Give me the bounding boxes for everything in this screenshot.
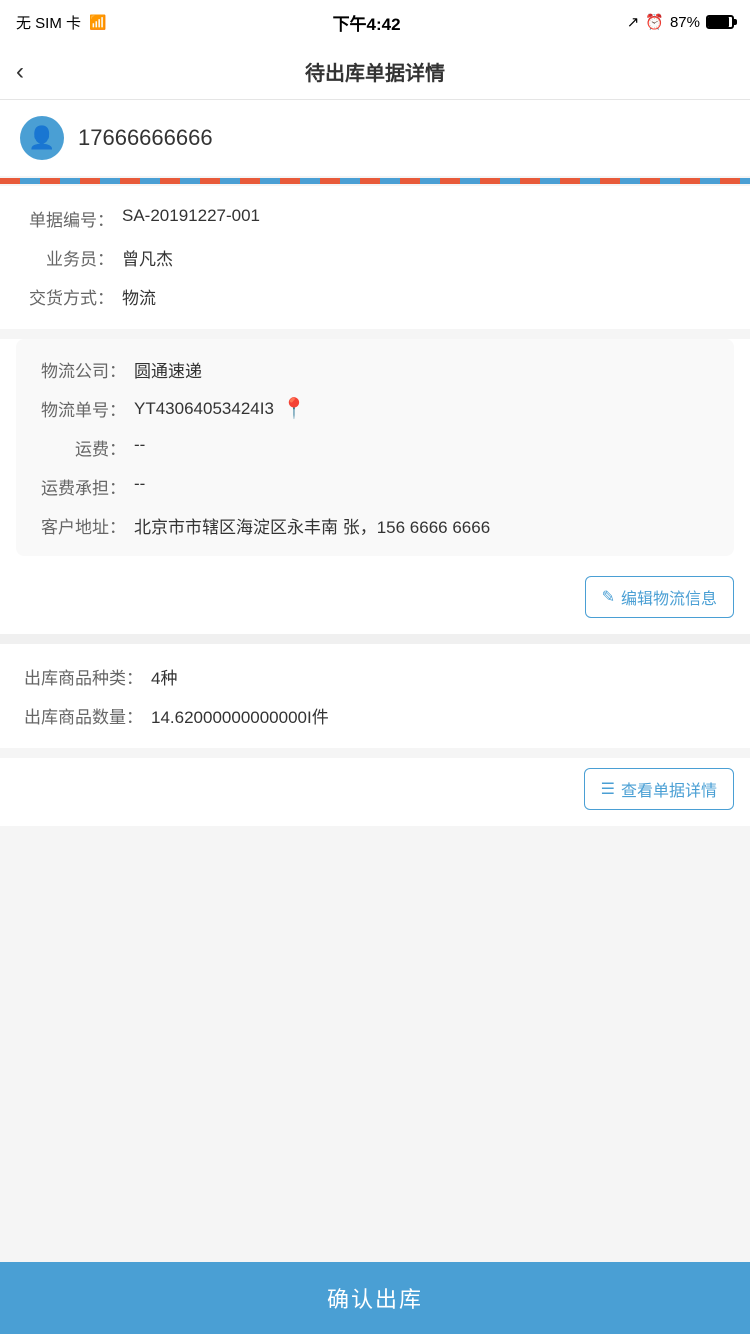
edit-logistics-button[interactable]: ✎ 编辑物流信息	[585, 576, 734, 618]
goods-types-value: 4种	[151, 664, 177, 689]
goods-quantity-label: 出库商品数量：	[24, 703, 143, 728]
logistics-tracking-row: 物流单号： YT43064053424I3 📍	[36, 396, 714, 421]
status-bar: 无 SIM 卡 📶 下午4:42 ↗ ⏰ 87%	[0, 0, 750, 44]
back-button[interactable]: ‹	[16, 58, 24, 86]
wifi-icon: 📶	[89, 14, 106, 31]
customer-header: 👤 17666666666	[0, 100, 750, 176]
delivery-row: 交货方式： 物流	[24, 284, 726, 309]
status-time: 下午4:42	[333, 10, 401, 35]
status-right: ↗ ⏰ 87%	[627, 13, 734, 31]
nav-bar: ‹ 待出库单据详情	[0, 44, 750, 100]
freight-value: --	[134, 435, 714, 455]
edit-btn-label: 编辑物流信息	[621, 585, 717, 609]
page-title: 待出库单据详情	[305, 57, 445, 86]
edit-icon: ✎	[602, 587, 615, 607]
customer-phone: 17666666666	[78, 125, 213, 151]
goods-quantity-value: 14.62000000000000I件	[151, 703, 329, 728]
logistics-card: 物流公司： 圆通速递 物流单号： YT43064053424I3 📍 运费： -…	[16, 339, 734, 556]
battery-icon	[706, 15, 734, 29]
carrier-text: 无 SIM 卡	[16, 12, 81, 33]
freight-bearer-label: 运费承担：	[36, 474, 126, 499]
document-info-section: 单据编号： SA-20191227-001 业务员： 曾凡杰 交货方式： 物流	[0, 186, 750, 329]
dashed-divider	[0, 178, 750, 184]
main-content: 👤 17666666666 单据编号： SA-20191227-001 业务员：…	[0, 100, 750, 1026]
avatar-icon: 👤	[28, 125, 55, 151]
confirm-btn-label: 确认出库	[327, 1282, 423, 1314]
salesman-value: 曾凡杰	[122, 245, 726, 270]
map-pin-icon[interactable]: 📍	[282, 396, 307, 421]
tracking-number-text: YT43064053424I3	[134, 399, 274, 419]
logistics-company-row: 物流公司： 圆通速递	[36, 357, 714, 382]
logistics-tracking-value: YT43064053424I3 📍	[134, 396, 714, 421]
document-number-label: 单据编号：	[24, 206, 114, 231]
section-divider-1	[0, 634, 750, 644]
address-label: 客户地址：	[36, 513, 126, 538]
status-left: 无 SIM 卡 📶	[16, 12, 106, 33]
confirm-btn-bar[interactable]: 确认出库	[0, 1262, 750, 1334]
view-btn-label: 查看单据详情	[621, 777, 717, 801]
freight-bearer-value: --	[134, 474, 714, 494]
avatar: 👤	[20, 116, 64, 160]
address-row: 客户地址： 北京市市辖区海淀区永丰南 张，156 6666 6666	[36, 513, 714, 538]
logistics-wrapper: 物流公司： 圆通速递 物流单号： YT43064053424I3 📍 运费： -…	[0, 339, 750, 634]
delivery-value: 物流	[122, 284, 726, 309]
document-number-value: SA-20191227-001	[122, 206, 726, 226]
freight-label: 运费：	[36, 435, 126, 460]
logistics-company-label: 物流公司：	[36, 357, 126, 382]
freight-bearer-row: 运费承担： --	[36, 474, 714, 499]
freight-row: 运费： --	[36, 435, 714, 460]
logistics-tracking-label: 物流单号：	[36, 396, 126, 421]
goods-types-label: 出库商品种类：	[24, 664, 143, 689]
address-value: 北京市市辖区海淀区永丰南 张，156 6666 6666	[134, 513, 714, 538]
delivery-label: 交货方式：	[24, 284, 114, 309]
alarm-icon: ⏰	[645, 13, 664, 31]
salesman-label: 业务员：	[24, 245, 114, 270]
goods-quantity-row: 出库商品数量： 14.62000000000000I件	[24, 703, 726, 728]
logistics-company-value: 圆通速递	[134, 357, 714, 382]
view-btn-row: ☰ 查看单据详情	[0, 758, 750, 826]
view-icon: ☰	[601, 779, 615, 799]
edit-btn-row: ✎ 编辑物流信息	[0, 566, 750, 634]
bottom-spacer	[0, 826, 750, 946]
battery-text: 87%	[670, 14, 700, 31]
goods-types-row: 出库商品种类： 4种	[24, 664, 726, 689]
view-details-button[interactable]: ☰ 查看单据详情	[584, 768, 734, 810]
document-number-row: 单据编号： SA-20191227-001	[24, 206, 726, 231]
location-icon: ↗	[627, 13, 640, 31]
salesman-row: 业务员： 曾凡杰	[24, 245, 726, 270]
goods-section: 出库商品种类： 4种 出库商品数量： 14.62000000000000I件	[0, 644, 750, 748]
